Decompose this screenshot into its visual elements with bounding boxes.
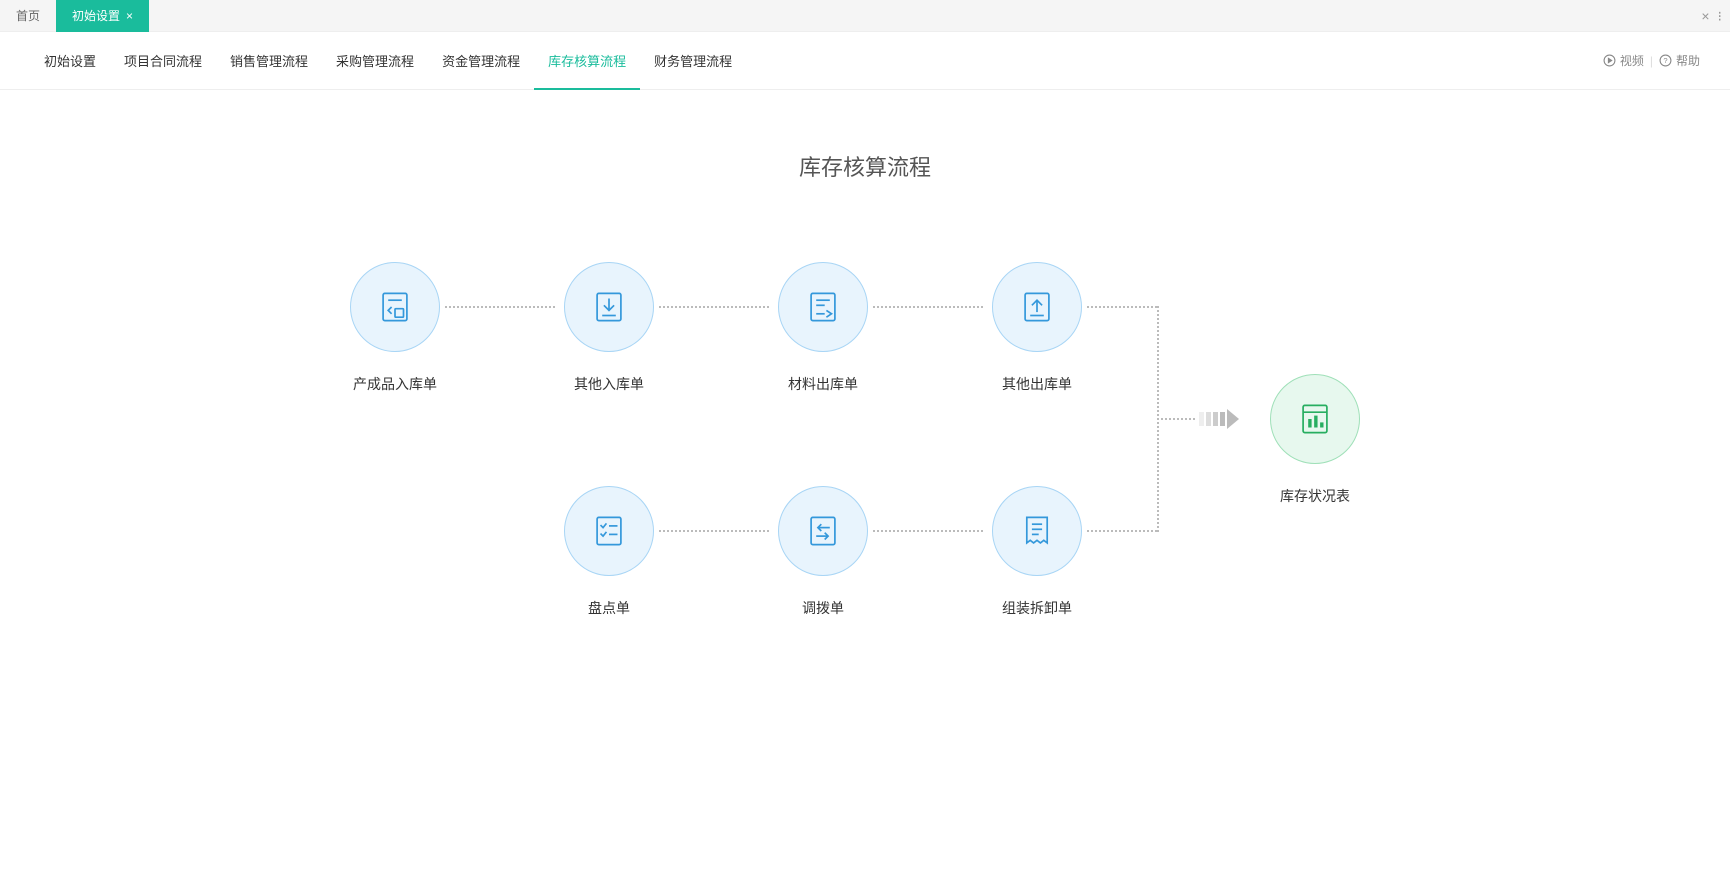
svg-text:?: ? (1663, 56, 1667, 65)
connector (659, 530, 769, 532)
connector (1087, 530, 1157, 532)
node-finished-goods-in: 产成品入库单 (335, 262, 455, 394)
node-inventory-check: 盘点单 (549, 486, 669, 618)
checklist-icon (592, 514, 626, 548)
nav-finance-mgmt[interactable]: 财务管理流程 (640, 32, 746, 90)
play-circle-icon (1603, 54, 1616, 67)
nav-initial-settings[interactable]: 初始设置 (30, 32, 110, 90)
connector (1157, 418, 1195, 420)
connector (1087, 306, 1157, 308)
node-label: 其他入库单 (549, 374, 669, 394)
node-circle[interactable] (778, 262, 868, 352)
upload-doc-icon (1020, 290, 1054, 324)
node-transfer: 调拨单 (763, 486, 883, 618)
connector (873, 530, 983, 532)
node-other-out: 其他出库单 (977, 262, 1097, 394)
node-label: 盘点单 (549, 598, 669, 618)
node-circle[interactable] (992, 262, 1082, 352)
node-label: 产成品入库单 (335, 374, 455, 394)
node-label: 库存状况表 (1255, 486, 1375, 506)
list-arrow-icon (806, 290, 840, 324)
transfer-icon (806, 514, 840, 548)
window-close-icon[interactable]: × (1701, 8, 1709, 24)
nav-right-links: 视频 | ? 帮助 (1603, 52, 1700, 69)
node-label: 材料出库单 (763, 374, 883, 394)
close-icon[interactable]: × (126, 9, 133, 23)
doc-in-icon (378, 290, 412, 324)
node-material-out: 材料出库单 (763, 262, 883, 394)
tab-initial-settings[interactable]: 初始设置 × (56, 0, 149, 32)
node-label: 调拨单 (763, 598, 883, 618)
nav-purchase-mgmt[interactable]: 采购管理流程 (322, 32, 428, 90)
nav-sales-mgmt[interactable]: 销售管理流程 (216, 32, 322, 90)
node-assembly: 组装拆卸单 (977, 486, 1097, 618)
nav-tab-bar: 初始设置 项目合同流程 销售管理流程 采购管理流程 资金管理流程 库存核算流程 … (0, 32, 1730, 90)
content-area: 库存核算流程 产成品入库单 其他入库单 材料出库单 其他出库单 (0, 90, 1730, 742)
node-circle[interactable] (1270, 374, 1360, 464)
flow-diagram: 产成品入库单 其他入库单 材料出库单 其他出库单 盘点单 (335, 262, 1395, 702)
nav-inventory-accounting[interactable]: 库存核算流程 (534, 32, 640, 90)
report-chart-icon (1298, 402, 1332, 436)
tab-home[interactable]: 首页 (0, 0, 56, 32)
node-inventory-status-report: 库存状况表 (1255, 374, 1375, 506)
receipt-icon (1020, 514, 1054, 548)
top-tab-bar: 首页 初始设置 × × ⁝ (0, 0, 1730, 32)
node-circle[interactable] (778, 486, 868, 576)
help-circle-icon: ? (1659, 54, 1672, 67)
nav-funds-mgmt[interactable]: 资金管理流程 (428, 32, 534, 90)
window-more-icon[interactable]: ⁝ (1718, 8, 1722, 25)
node-circle[interactable] (992, 486, 1082, 576)
page-title: 库存核算流程 (30, 150, 1700, 182)
node-label: 组装拆卸单 (977, 598, 1097, 618)
node-label: 其他出库单 (977, 374, 1097, 394)
connector (445, 306, 555, 308)
node-circle[interactable] (564, 486, 654, 576)
video-link[interactable]: 视频 (1603, 52, 1644, 69)
help-link[interactable]: ? 帮助 (1659, 52, 1700, 69)
top-right-controls: × ⁝ (1701, 0, 1722, 32)
connector (873, 306, 983, 308)
download-doc-icon (592, 290, 626, 324)
node-other-in: 其他入库单 (549, 262, 669, 394)
separator: | (1650, 54, 1653, 68)
flow-arrow-icon (1199, 409, 1239, 429)
node-circle[interactable] (564, 262, 654, 352)
nav-project-contract[interactable]: 项目合同流程 (110, 32, 216, 90)
node-circle[interactable] (350, 262, 440, 352)
tab-label: 初始设置 (72, 7, 120, 24)
connector (659, 306, 769, 308)
